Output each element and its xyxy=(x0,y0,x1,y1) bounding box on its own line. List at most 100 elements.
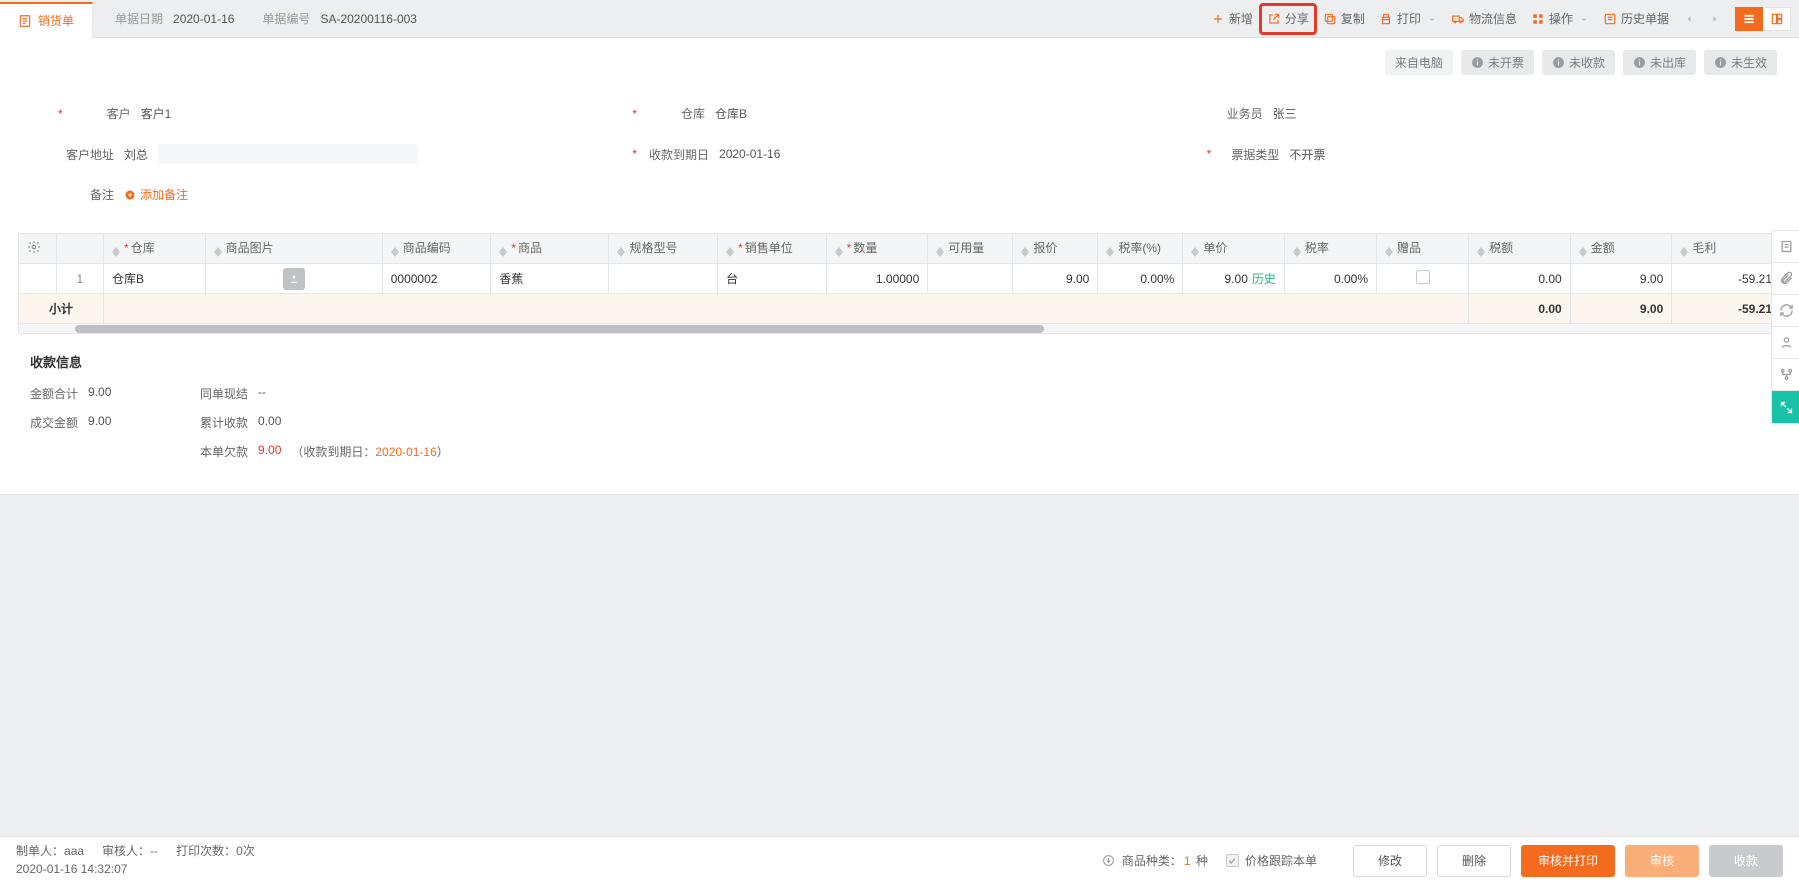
pay-settle: 同单现结-- xyxy=(200,385,460,402)
field-customer[interactable]: *客户 客户1 xyxy=(58,105,592,122)
field-invoice-type[interactable]: *票据类型 不开票 xyxy=(1207,144,1741,164)
col-qty[interactable]: *数量 xyxy=(826,234,928,264)
gift-checkbox[interactable] xyxy=(1416,270,1430,284)
history-label: 历史单据 xyxy=(1621,10,1669,27)
col-taxamt[interactable]: 税额 xyxy=(1469,234,1571,264)
col-unit[interactable]: *销售单位 xyxy=(718,234,827,264)
next-button[interactable] xyxy=(1703,7,1727,31)
col-avail[interactable]: 可用量 xyxy=(928,234,1013,264)
delete-button[interactable]: 删除 xyxy=(1437,845,1511,877)
sort-icon xyxy=(1191,246,1199,258)
customer-value: 客户1 xyxy=(141,105,172,122)
cell-amount: 9.00 xyxy=(1570,264,1672,294)
cell-image[interactable] xyxy=(205,264,382,294)
operate-button[interactable]: 操作 xyxy=(1525,5,1595,33)
view-toggle xyxy=(1735,7,1791,31)
copy-button[interactable]: 复制 xyxy=(1317,5,1371,33)
rail-expand-button[interactable] xyxy=(1772,391,1799,423)
view-card-button[interactable] xyxy=(1763,7,1791,31)
subtotal-profit: -59.21 xyxy=(1672,294,1781,324)
cell-rate2: 0.00% xyxy=(1284,264,1376,294)
cell-spec xyxy=(609,264,718,294)
copy-icon xyxy=(1323,12,1337,26)
print-icon xyxy=(1379,12,1393,26)
col-quote[interactable]: 报价 xyxy=(1013,234,1098,264)
col-product[interactable]: *商品 xyxy=(491,234,609,264)
col-warehouse[interactable]: *仓库 xyxy=(104,234,206,264)
rail-refresh-button[interactable] xyxy=(1772,295,1799,327)
col-code[interactable]: 商品编码 xyxy=(382,234,491,264)
cell-code: 0000002 xyxy=(382,264,491,294)
new-button[interactable]: 新增 xyxy=(1205,5,1259,33)
col-profit[interactable]: 毛利 xyxy=(1672,234,1781,264)
pay-button[interactable]: 收款 xyxy=(1709,845,1783,877)
scrollbar-thumb[interactable] xyxy=(75,325,1044,333)
chevron-down-icon xyxy=(1427,14,1437,24)
table-settings-button[interactable] xyxy=(19,234,57,264)
sort-icon xyxy=(1106,246,1114,258)
share-button[interactable]: 分享 xyxy=(1261,5,1315,33)
col-taxrate[interactable]: 税率(%) xyxy=(1098,234,1183,264)
status-unpaid[interactable]: 未收款 xyxy=(1542,50,1615,75)
audit-print-button[interactable]: 审核并打印 xyxy=(1521,845,1615,877)
items-table: *仓库 商品图片 商品编码 *商品 规格型号 *销售单位 *数量 可用量 报价 … xyxy=(18,233,1781,324)
col-image[interactable]: 商品图片 xyxy=(205,234,382,264)
add-remark-link[interactable]: 添加备注 xyxy=(124,186,188,203)
share-icon xyxy=(1267,12,1281,26)
rail-note-button[interactable] xyxy=(1772,231,1799,263)
field-salesperson[interactable]: 业务员 张三 xyxy=(1207,105,1741,122)
cell-profit: -59.21 xyxy=(1672,264,1781,294)
col-index xyxy=(56,234,103,264)
table-horizontal-scrollbar[interactable] xyxy=(18,324,1781,334)
plus-icon xyxy=(1211,12,1225,26)
cell-index: 1 xyxy=(56,264,103,294)
history-button[interactable]: 历史单据 xyxy=(1597,5,1675,33)
price-history-link[interactable]: 历史 xyxy=(1252,272,1276,286)
info-icon xyxy=(1471,56,1484,69)
col-price[interactable]: 单价 xyxy=(1183,234,1285,264)
sort-icon xyxy=(726,246,734,258)
footer-buttons: 修改 删除 审核并打印 审核 收款 xyxy=(1353,845,1783,877)
col-spec[interactable]: 规格型号 xyxy=(609,234,718,264)
sort-icon xyxy=(214,246,222,258)
field-due-date[interactable]: *收款到期日 2020-01-16 xyxy=(632,144,1166,164)
rail-user-button[interactable] xyxy=(1772,327,1799,359)
document-tab[interactable]: 销货单 xyxy=(0,2,93,38)
pay-total: 金额合计9.00 xyxy=(30,385,200,402)
table-row[interactable]: 1 仓库B 0000002 香蕉 台 1.00000 9.00 0.00% 9.… xyxy=(19,264,1781,294)
col-gift[interactable]: 赠品 xyxy=(1377,234,1469,264)
follow-price-checkbox[interactable]: 价格跟踪本单 xyxy=(1226,852,1317,869)
col-rate2[interactable]: 税率 xyxy=(1284,234,1376,264)
status-uninvoiced[interactable]: 未开票 xyxy=(1461,50,1534,75)
footer-meta: 制单人：aaa 审核人：-- 打印次数：0次 2020-01-16 14:32:… xyxy=(16,844,255,877)
rail-flow-button[interactable] xyxy=(1772,359,1799,391)
col-amount[interactable]: 金额 xyxy=(1570,234,1672,264)
salesperson-value: 张三 xyxy=(1273,105,1297,122)
field-address[interactable]: 客户地址 刘总 xyxy=(58,144,592,164)
sort-icon xyxy=(112,246,120,258)
side-rail xyxy=(1771,230,1799,424)
grid-icon xyxy=(1531,12,1545,26)
cell-gift[interactable] xyxy=(1377,264,1469,294)
rail-attach-button[interactable] xyxy=(1772,263,1799,295)
view-list-button[interactable] xyxy=(1735,7,1763,31)
audit-button[interactable]: 审核 xyxy=(1625,845,1699,877)
pay-owe: 本单欠款 9.00 （收款到期日：2020-01-16） xyxy=(200,443,460,460)
pay-deal: 成交金额9.00 xyxy=(30,414,200,431)
info-icon xyxy=(1633,56,1646,69)
field-warehouse[interactable]: *仓库 仓库B xyxy=(632,105,1166,122)
status-inactive[interactable]: 未生效 xyxy=(1704,50,1777,75)
topbar: 销货单 单据日期 2020-01-16 单据编号 SA-20200116-003… xyxy=(0,0,1799,38)
edit-button[interactable]: 修改 xyxy=(1353,845,1427,877)
status-unshipped[interactable]: 未出库 xyxy=(1623,50,1696,75)
print-button[interactable]: 打印 xyxy=(1373,5,1443,33)
pay-acc: 累计收款0.00 xyxy=(200,414,460,431)
sort-icon xyxy=(1385,246,1393,258)
subtotal-label: 小计 xyxy=(19,294,104,324)
logistics-button[interactable]: 物流信息 xyxy=(1445,5,1523,33)
address-blur xyxy=(158,144,418,164)
cell-unit: 台 xyxy=(718,264,827,294)
prev-button[interactable] xyxy=(1677,7,1701,31)
tab-title: 销货单 xyxy=(38,12,74,29)
cell-product: 香蕉 xyxy=(491,264,609,294)
